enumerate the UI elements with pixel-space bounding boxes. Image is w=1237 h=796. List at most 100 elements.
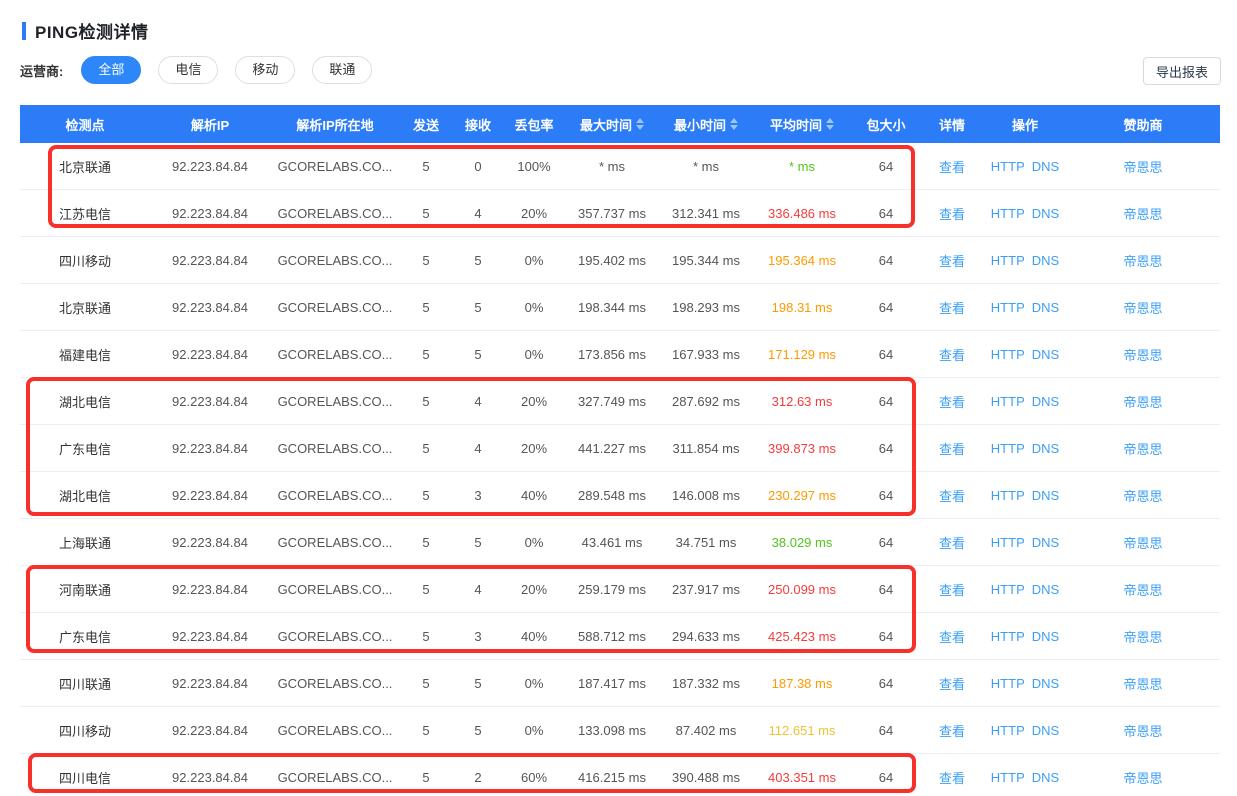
http-test-link[interactable]: HTTP [991, 488, 1025, 503]
dns-test-link[interactable]: DNS [1032, 488, 1059, 503]
http-test-link[interactable]: HTTP [991, 347, 1025, 362]
http-test-link[interactable]: HTTP [991, 676, 1025, 691]
sponsor-link[interactable]: 帝恩思 [1123, 442, 1162, 457]
export-report-button[interactable]: 导出报表 [1143, 57, 1221, 85]
http-test-link[interactable]: HTTP [991, 300, 1025, 315]
sponsor-link[interactable]: 帝恩思 [1123, 254, 1162, 269]
cell-sent: 5 [422, 299, 430, 315]
column-header-min[interactable]: 最小时间 [660, 115, 752, 134]
dns-test-link[interactable]: DNS [1032, 159, 1059, 174]
view-detail-link[interactable]: 查看 [939, 724, 965, 739]
http-test-link[interactable]: HTTP [991, 441, 1025, 456]
cell-sent: 5 [422, 628, 430, 644]
column-header-avg[interactable]: 平均时间 [752, 115, 852, 134]
cell-packet-size: 64 [878, 628, 894, 644]
http-test-link[interactable]: HTTP [991, 723, 1025, 738]
carrier-pill-2[interactable]: 移动 [235, 56, 296, 84]
cell-avg-time: 187.38 ms [771, 675, 833, 691]
sponsor-link[interactable]: 帝恩思 [1123, 160, 1162, 175]
view-detail-link[interactable]: 查看 [939, 207, 965, 222]
sort-icon[interactable] [636, 118, 644, 130]
sponsor-link[interactable]: 帝恩思 [1123, 677, 1162, 692]
sponsor-link[interactable]: 帝恩思 [1123, 301, 1162, 316]
view-detail-link[interactable]: 查看 [939, 160, 965, 175]
dns-test-link[interactable]: DNS [1032, 676, 1059, 691]
http-test-link[interactable]: HTTP [991, 582, 1025, 597]
view-detail-link[interactable]: 查看 [939, 771, 965, 786]
dns-test-link[interactable]: DNS [1032, 629, 1059, 644]
view-detail-link[interactable]: 查看 [939, 677, 965, 692]
dns-test-link[interactable]: DNS [1032, 723, 1059, 738]
dns-test-link[interactable]: DNS [1032, 394, 1059, 409]
column-header-label: 最大时间 [579, 117, 632, 133]
cell-min-time: 390.488 ms [672, 769, 740, 785]
http-test-link[interactable]: HTTP [991, 253, 1025, 268]
page: PING检测详情 运营商: 全部 电信 移动 联通 导出报表 检测点 解析IP 解析IP所… [0, 0, 1237, 796]
http-test-link[interactable]: HTTP [991, 159, 1025, 174]
cell-sent: 5 [422, 205, 430, 221]
column-header-loss: 丢包率 [504, 115, 564, 134]
http-test-link[interactable]: HTTP [991, 770, 1025, 785]
title-accent-bar [22, 21, 26, 40]
carrier-pill-1[interactable]: 电信 [158, 56, 219, 84]
http-test-link[interactable]: HTTP [991, 394, 1025, 409]
cell-packet-size: 64 [878, 722, 894, 738]
cell-actions: HTTP DNS [984, 535, 1066, 550]
cell-resolved-ip: 92.223.84.84 [172, 675, 248, 691]
dns-test-link[interactable]: DNS [1032, 206, 1059, 221]
cell-sponsor: 帝恩思 [1066, 345, 1220, 364]
view-detail-link[interactable]: 查看 [939, 630, 965, 645]
sponsor-link[interactable]: 帝恩思 [1123, 348, 1162, 363]
view-detail-link[interactable]: 查看 [939, 301, 965, 316]
column-header-max[interactable]: 最大时间 [564, 115, 660, 134]
dns-test-link[interactable]: DNS [1032, 441, 1059, 456]
cell-ip-location: GCORELABS.CO... [277, 393, 393, 409]
sponsor-link[interactable]: 帝恩思 [1123, 207, 1162, 222]
dns-test-link[interactable]: DNS [1032, 253, 1059, 268]
sort-icon[interactable] [826, 118, 834, 130]
view-detail-link[interactable]: 查看 [939, 583, 965, 598]
cell-detection-point: 广东电信 [58, 629, 111, 645]
view-detail-link[interactable]: 查看 [939, 348, 965, 363]
cell-received: 2 [474, 769, 482, 785]
column-header-label: 平均时间 [769, 117, 822, 133]
sponsor-link[interactable]: 帝恩思 [1123, 771, 1162, 786]
column-header-label: 赞助商 [1123, 117, 1163, 133]
cell-avg-time: 38.029 ms [771, 534, 833, 550]
cell-detection-point: 北京联通 [58, 300, 111, 316]
table-row: 福建电信 92.223.84.84 GCORELABS.CO... 5 5 0% 173.8… [20, 331, 1220, 378]
column-header-label: 接收 [464, 117, 491, 133]
sponsor-link[interactable]: 帝恩思 [1123, 489, 1162, 504]
dns-test-link[interactable]: DNS [1032, 347, 1059, 362]
view-detail-link[interactable]: 查看 [939, 254, 965, 269]
sponsor-link[interactable]: 帝恩思 [1123, 583, 1162, 598]
column-header-label: 详情 [938, 117, 965, 133]
sponsor-link[interactable]: 帝恩思 [1123, 536, 1162, 551]
dns-test-link[interactable]: DNS [1032, 535, 1059, 550]
cell-max-time: 43.461 ms [581, 534, 643, 550]
cell-loss-rate: 20% [520, 393, 548, 409]
cell-ip-location: GCORELABS.CO... [277, 769, 393, 785]
view-detail-link[interactable]: 查看 [939, 489, 965, 504]
carrier-pill-3[interactable]: 联通 [312, 56, 373, 84]
carrier-pill-0[interactable]: 全部 [81, 56, 142, 84]
cell-sponsor: 帝恩思 [1066, 721, 1220, 740]
view-detail-link[interactable]: 查看 [939, 536, 965, 551]
sponsor-link[interactable]: 帝恩思 [1123, 724, 1162, 739]
http-test-link[interactable]: HTTP [991, 535, 1025, 550]
cell-min-time: 195.344 ms [672, 252, 740, 268]
dns-test-link[interactable]: DNS [1032, 300, 1059, 315]
view-detail-link[interactable]: 查看 [939, 395, 965, 410]
cell-ip-location: GCORELABS.CO... [277, 722, 393, 738]
table-row: 北京联通 92.223.84.84 GCORELABS.CO... 5 0 100% * m… [20, 143, 1220, 190]
cell-sponsor: 帝恩思 [1066, 157, 1220, 176]
cell-sponsor: 帝恩思 [1066, 439, 1220, 458]
sort-icon[interactable] [730, 118, 738, 130]
dns-test-link[interactable]: DNS [1032, 582, 1059, 597]
view-detail-link[interactable]: 查看 [939, 442, 965, 457]
http-test-link[interactable]: HTTP [991, 206, 1025, 221]
dns-test-link[interactable]: DNS [1032, 770, 1059, 785]
sponsor-link[interactable]: 帝恩思 [1123, 395, 1162, 410]
http-test-link[interactable]: HTTP [991, 629, 1025, 644]
sponsor-link[interactable]: 帝恩思 [1123, 630, 1162, 645]
